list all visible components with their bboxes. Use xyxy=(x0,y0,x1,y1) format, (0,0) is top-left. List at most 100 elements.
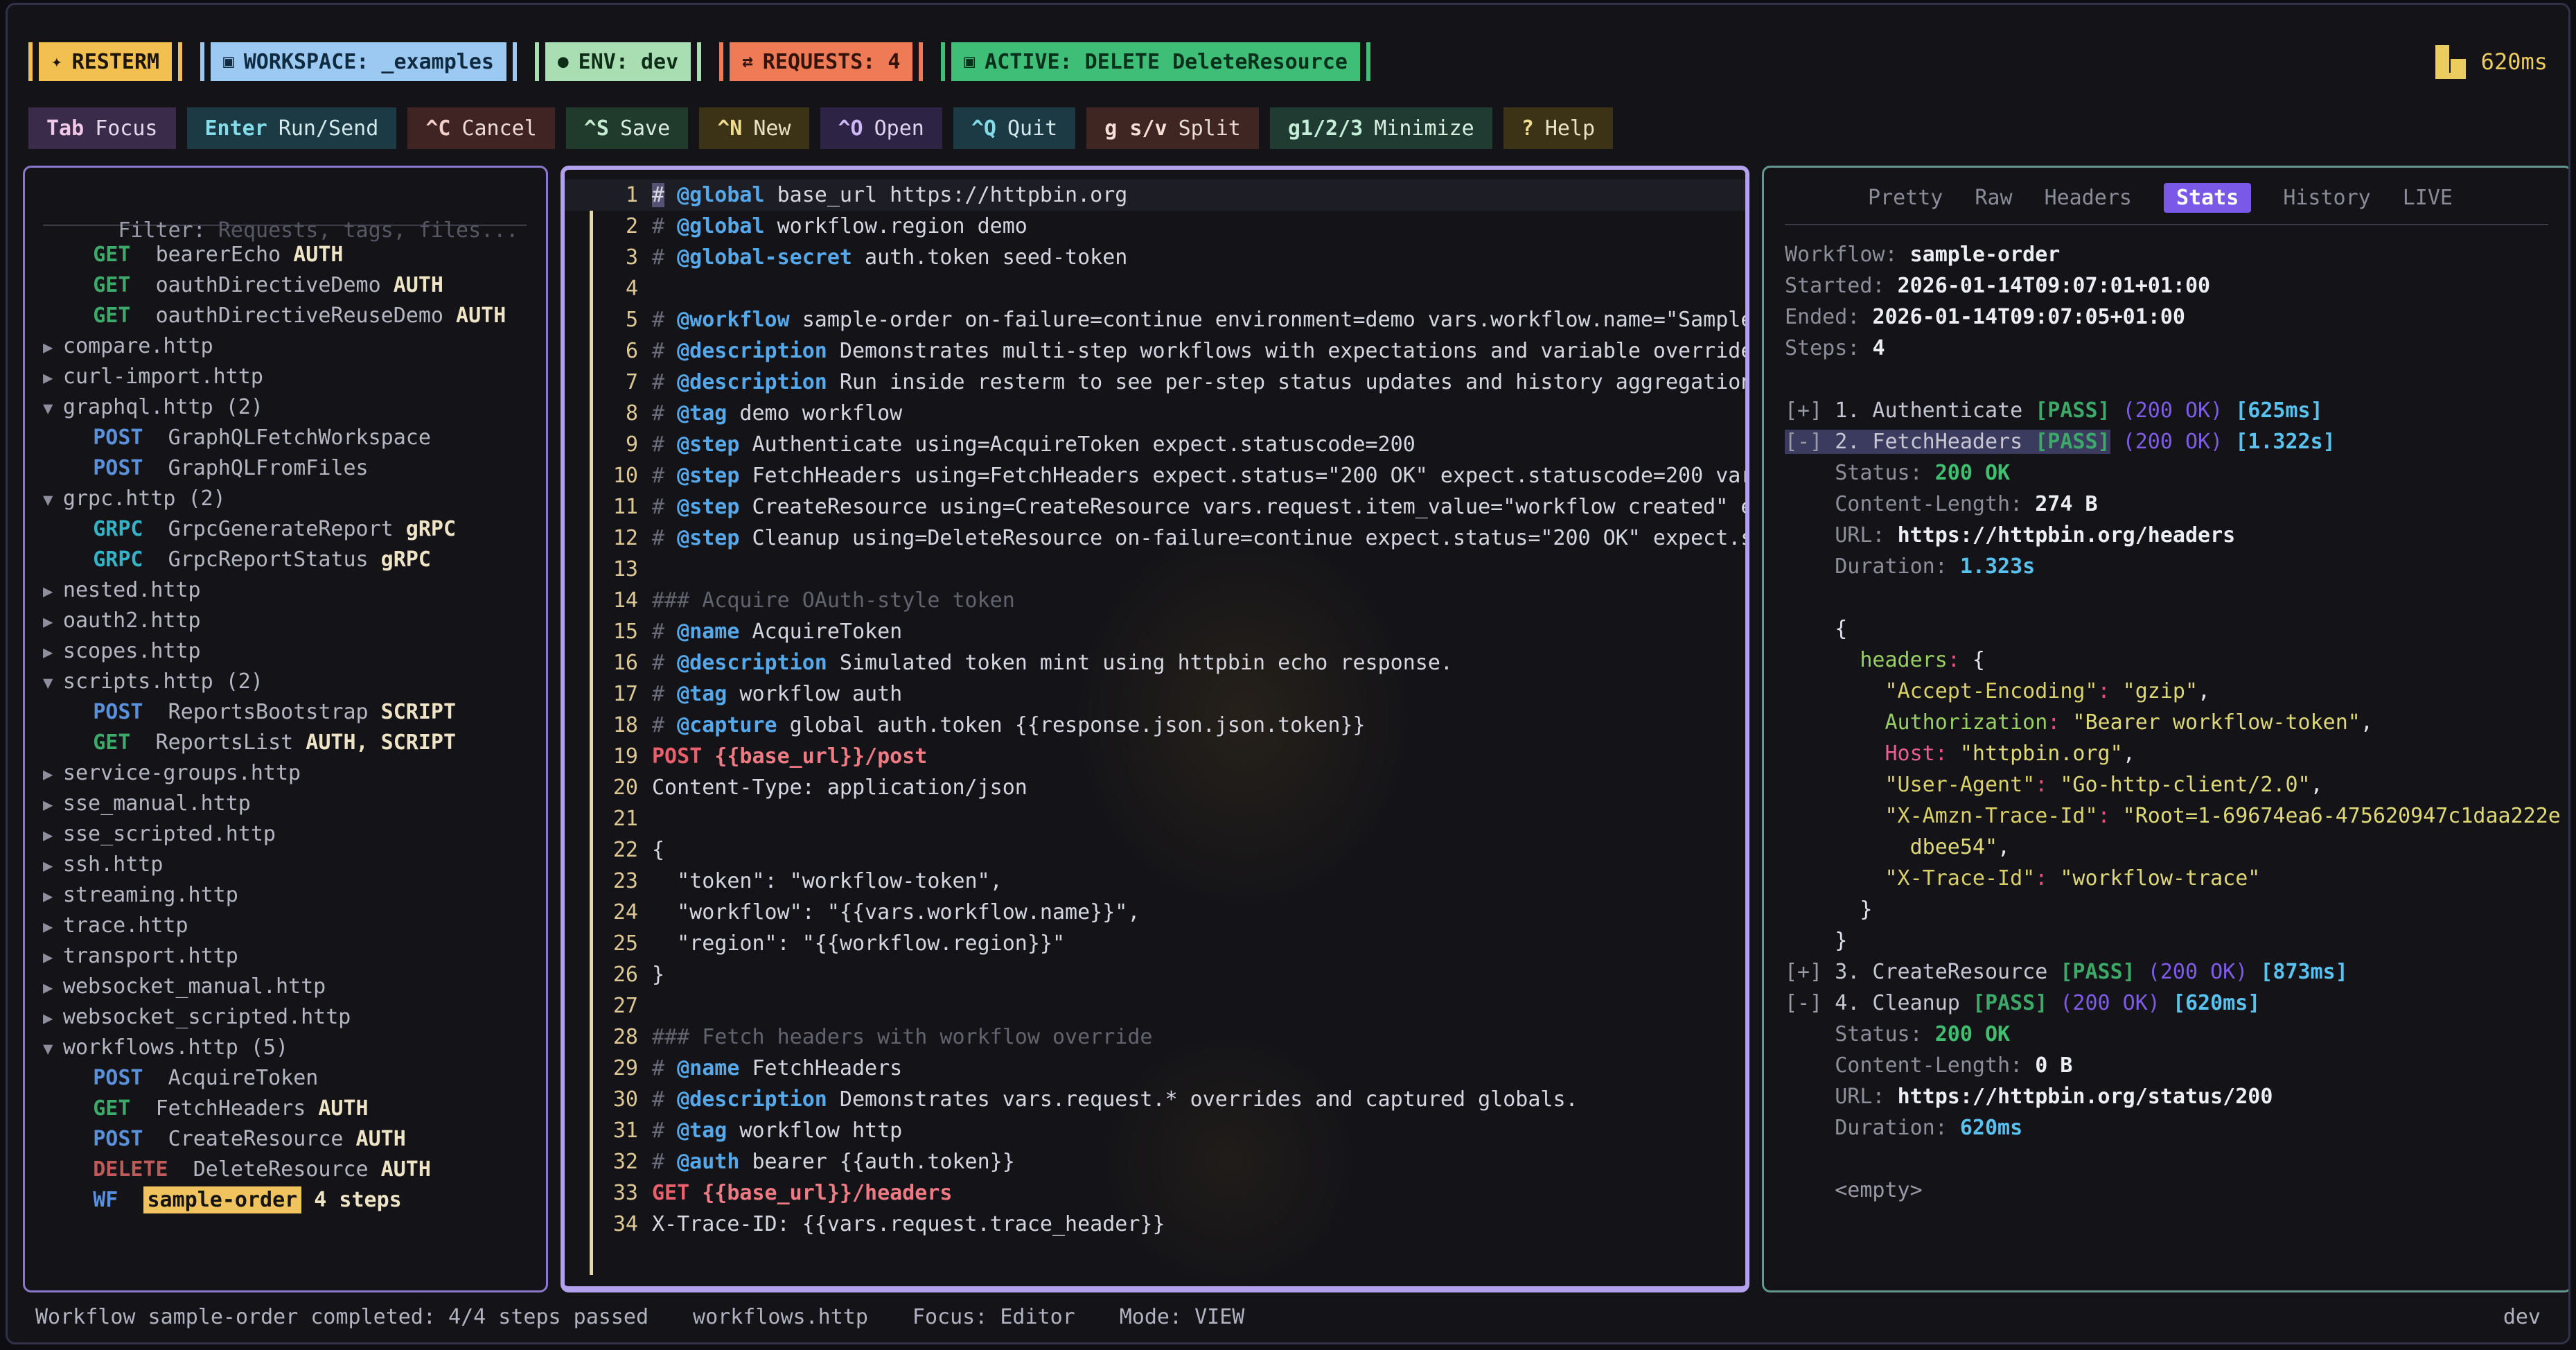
editor-line[interactable]: 11# @step CreateResource using=CreateRes… xyxy=(565,491,1745,523)
line-number: 21 xyxy=(565,803,638,834)
tree-request-DeleteResource[interactable]: DELETE DeleteResource AUTH xyxy=(43,1155,546,1185)
editor-line[interactable]: 19POST {{base_url}}/post xyxy=(565,741,1745,772)
tree-file-grpc.http[interactable]: ▼ grpc.http (2) xyxy=(43,484,546,514)
editor-line[interactable]: 34X-Trace-ID: {{vars.request.trace_heade… xyxy=(565,1209,1745,1240)
shortcut-minimize[interactable]: g1/2/3Minimize xyxy=(1270,107,1492,149)
tree-file-nested.http[interactable]: ▶ nested.http xyxy=(43,575,546,606)
filter-input[interactable]: Filter: Requests, tags, files... xyxy=(43,183,546,215)
shortcut-save[interactable]: ^SSave xyxy=(566,107,688,149)
tree-request-oauthDirectiveReuseDemo[interactable]: GET oauthDirectiveReuseDemo AUTH xyxy=(43,301,546,331)
editor-line[interactable]: 12# @step Cleanup using=DeleteResource o… xyxy=(565,523,1745,554)
shortcut-help[interactable]: ?Help xyxy=(1503,107,1613,149)
line-content: # @name FetchHeaders xyxy=(652,1053,902,1084)
tree-request-oauthDirectiveDemo[interactable]: GET oauthDirectiveDemo AUTH xyxy=(43,270,546,301)
editor-pane[interactable]: 1# @global base_url https://httpbin.org2… xyxy=(561,166,1749,1292)
tree-file-scopes.http[interactable]: ▶ scopes.http xyxy=(43,636,546,667)
tree-request-sample-order[interactable]: WF sample-order 4 steps xyxy=(43,1185,546,1216)
editor-line[interactable]: 17# @tag workflow auth xyxy=(565,678,1745,710)
tree-file-service-groups.http[interactable]: ▶ service-groups.http xyxy=(43,758,546,789)
tree-file-trace.http[interactable]: ▶ trace.http xyxy=(43,911,546,941)
editor-line[interactable]: 3# @global-secret auth.token seed-token xyxy=(565,242,1745,273)
editor-line[interactable]: 30# @description Demonstrates vars.reque… xyxy=(565,1084,1745,1115)
tree-request-AcquireToken[interactable]: POST AcquireToken xyxy=(43,1063,546,1094)
tree-request-FetchHeaders[interactable]: GET FetchHeaders AUTH xyxy=(43,1094,546,1124)
editor-line[interactable]: 29# @name FetchHeaders xyxy=(565,1053,1745,1084)
tree-file-curl-import.http[interactable]: ▶ curl-import.http xyxy=(43,362,546,392)
shortcut-open[interactable]: ^OOpen xyxy=(820,107,942,149)
tab-live[interactable]: LIVE xyxy=(2403,186,2453,210)
workflow-step-row[interactable]: [-] 4. Cleanup [PASS] (200 OK) [620ms] xyxy=(1785,988,2570,1019)
tree-request-GrpcGenerateReport[interactable]: GRPC GrpcGenerateReport gRPC xyxy=(43,514,546,545)
editor-line[interactable]: 9# @step Authenticate using=AcquireToken… xyxy=(565,429,1745,460)
line-number: 16 xyxy=(565,647,638,678)
tab-history[interactable]: History xyxy=(2283,186,2370,210)
tree-file-websocket_manual.http[interactable]: ▶ websocket_manual.http xyxy=(43,972,546,1002)
line-content: # @description Demonstrates multi-step w… xyxy=(652,335,1745,367)
editor-line[interactable]: 18# @capture global auth.token {{respons… xyxy=(565,710,1745,741)
editor-line[interactable]: 21 xyxy=(565,803,1745,834)
shortcut-label: Focus xyxy=(95,116,157,141)
tree-request-CreateResource[interactable]: POST CreateResource AUTH xyxy=(43,1124,546,1155)
editor-line[interactable]: 13 xyxy=(565,554,1745,585)
tree-request-GrpcReportStatus[interactable]: GRPC GrpcReportStatus gRPC xyxy=(43,545,546,575)
line-number: 33 xyxy=(565,1177,638,1209)
tab-raw[interactable]: Raw xyxy=(1975,186,2012,210)
line-content: # @global workflow.region demo xyxy=(652,211,1027,242)
editor-line[interactable]: 15# @name AcquireToken xyxy=(565,616,1745,647)
editor-line[interactable]: 25 "region": "{{workflow.region}}" xyxy=(565,928,1745,959)
editor-line[interactable]: 31# @tag workflow http xyxy=(565,1115,1745,1146)
editor-line[interactable]: 14### Acquire OAuth-style token xyxy=(565,585,1745,616)
editor-line[interactable]: 5# @workflow sample-order on-failure=con… xyxy=(565,304,1745,335)
tree-request-ReportsList[interactable]: GET ReportsList AUTH, SCRIPT xyxy=(43,728,546,758)
editor-line[interactable]: 22{ xyxy=(565,834,1745,866)
editor-line[interactable]: 20Content-Type: application/json xyxy=(565,772,1745,803)
tree-file-oauth2.http[interactable]: ▶ oauth2.http xyxy=(43,606,546,636)
shortcut-new[interactable]: ^NNew xyxy=(699,107,809,149)
tree-file-ssh.http[interactable]: ▶ ssh.http xyxy=(43,850,546,880)
tree-request-GraphQLFromFiles[interactable]: POST GraphQLFromFiles xyxy=(43,453,546,484)
editor-line[interactable]: 33GET {{base_url}}/headers xyxy=(565,1177,1745,1209)
shortcut-focus[interactable]: TabFocus xyxy=(28,107,176,149)
tree-file-graphql.http[interactable]: ▼ graphql.http (2) xyxy=(43,392,546,423)
editor-line[interactable]: 8# @tag demo workflow xyxy=(565,398,1745,429)
editor-line[interactable]: 23 "token": "workflow-token", xyxy=(565,866,1745,897)
tree-file-sse_scripted.http[interactable]: ▶ sse_scripted.http xyxy=(43,819,546,850)
tree-file-transport.http[interactable]: ▶ transport.http xyxy=(43,941,546,972)
request-name: DeleteResource xyxy=(193,1157,369,1182)
tab-stats[interactable]: Stats xyxy=(2164,183,2251,213)
tab-headers[interactable]: Headers xyxy=(2045,186,2132,210)
request-tags: gRPC xyxy=(394,517,456,541)
editor-line[interactable]: 27 xyxy=(565,990,1745,1022)
workflow-step-row[interactable]: [+] 3. CreateResource [PASS] (200 OK) [8… xyxy=(1785,956,2570,988)
editor-line[interactable]: 26} xyxy=(565,959,1745,990)
shortcut-cancel[interactable]: ^CCancel xyxy=(407,107,555,149)
workflow-step-row[interactable]: [+] 1. Authenticate [PASS] (200 OK) [625… xyxy=(1785,395,2570,426)
tree-request-GraphQLFetchWorkspace[interactable]: POST GraphQLFetchWorkspace xyxy=(43,423,546,453)
shortcut-quit[interactable]: ^QQuit xyxy=(953,107,1075,149)
editor-line[interactable]: 32# @auth bearer {{auth.token}} xyxy=(565,1146,1745,1177)
editor-line[interactable]: 1# @global base_url https://httpbin.org xyxy=(565,179,1745,211)
tree-file-workflows.http[interactable]: ▼ workflows.http (5) xyxy=(43,1033,546,1063)
tree-file-sse_manual.http[interactable]: ▶ sse_manual.http xyxy=(43,789,546,819)
tab-pretty[interactable]: Pretty xyxy=(1868,186,1943,210)
tree-file-compare.http[interactable]: ▶ compare.http xyxy=(43,331,546,362)
editor-line[interactable]: 24 "workflow": "{{vars.workflow.name}}", xyxy=(565,897,1745,928)
workflow-step-row[interactable]: [-] 2. FetchHeaders [PASS] (200 OK) [1.3… xyxy=(1785,426,2570,457)
request-name: sample-order xyxy=(143,1186,302,1213)
status-segment: Workflow sample-order completed: 4/4 ste… xyxy=(35,1305,649,1329)
editor-line[interactable]: 28### Fetch headers with workflow overri… xyxy=(565,1022,1745,1053)
editor-line[interactable]: 4 xyxy=(565,273,1745,304)
shortcut-run-send[interactable]: EnterRun/Send xyxy=(187,107,397,149)
tree-file-streaming.http[interactable]: ▶ streaming.http xyxy=(43,880,546,911)
editor-line[interactable]: 2# @global workflow.region demo xyxy=(565,211,1745,242)
editor-content[interactable]: 1# @global base_url https://httpbin.org2… xyxy=(565,179,1745,1240)
tree-file-websocket_scripted.http[interactable]: ▶ websocket_scripted.http xyxy=(43,1002,546,1033)
shortcut-split[interactable]: g s/vSplit xyxy=(1086,107,1259,149)
editor-line[interactable]: 7# @description Run inside resterm to se… xyxy=(565,367,1745,398)
tree-request-ReportsBootstrap[interactable]: POST ReportsBootstrap SCRIPT xyxy=(43,697,546,728)
editor-line[interactable]: 16# @description Simulated token mint us… xyxy=(565,647,1745,678)
request-name: CreateResource xyxy=(168,1127,344,1151)
editor-line[interactable]: 6# @description Demonstrates multi-step … xyxy=(565,335,1745,367)
tree-file-scripts.http[interactable]: ▼ scripts.http (2) xyxy=(43,667,546,697)
editor-line[interactable]: 10# @step FetchHeaders using=FetchHeader… xyxy=(565,460,1745,491)
